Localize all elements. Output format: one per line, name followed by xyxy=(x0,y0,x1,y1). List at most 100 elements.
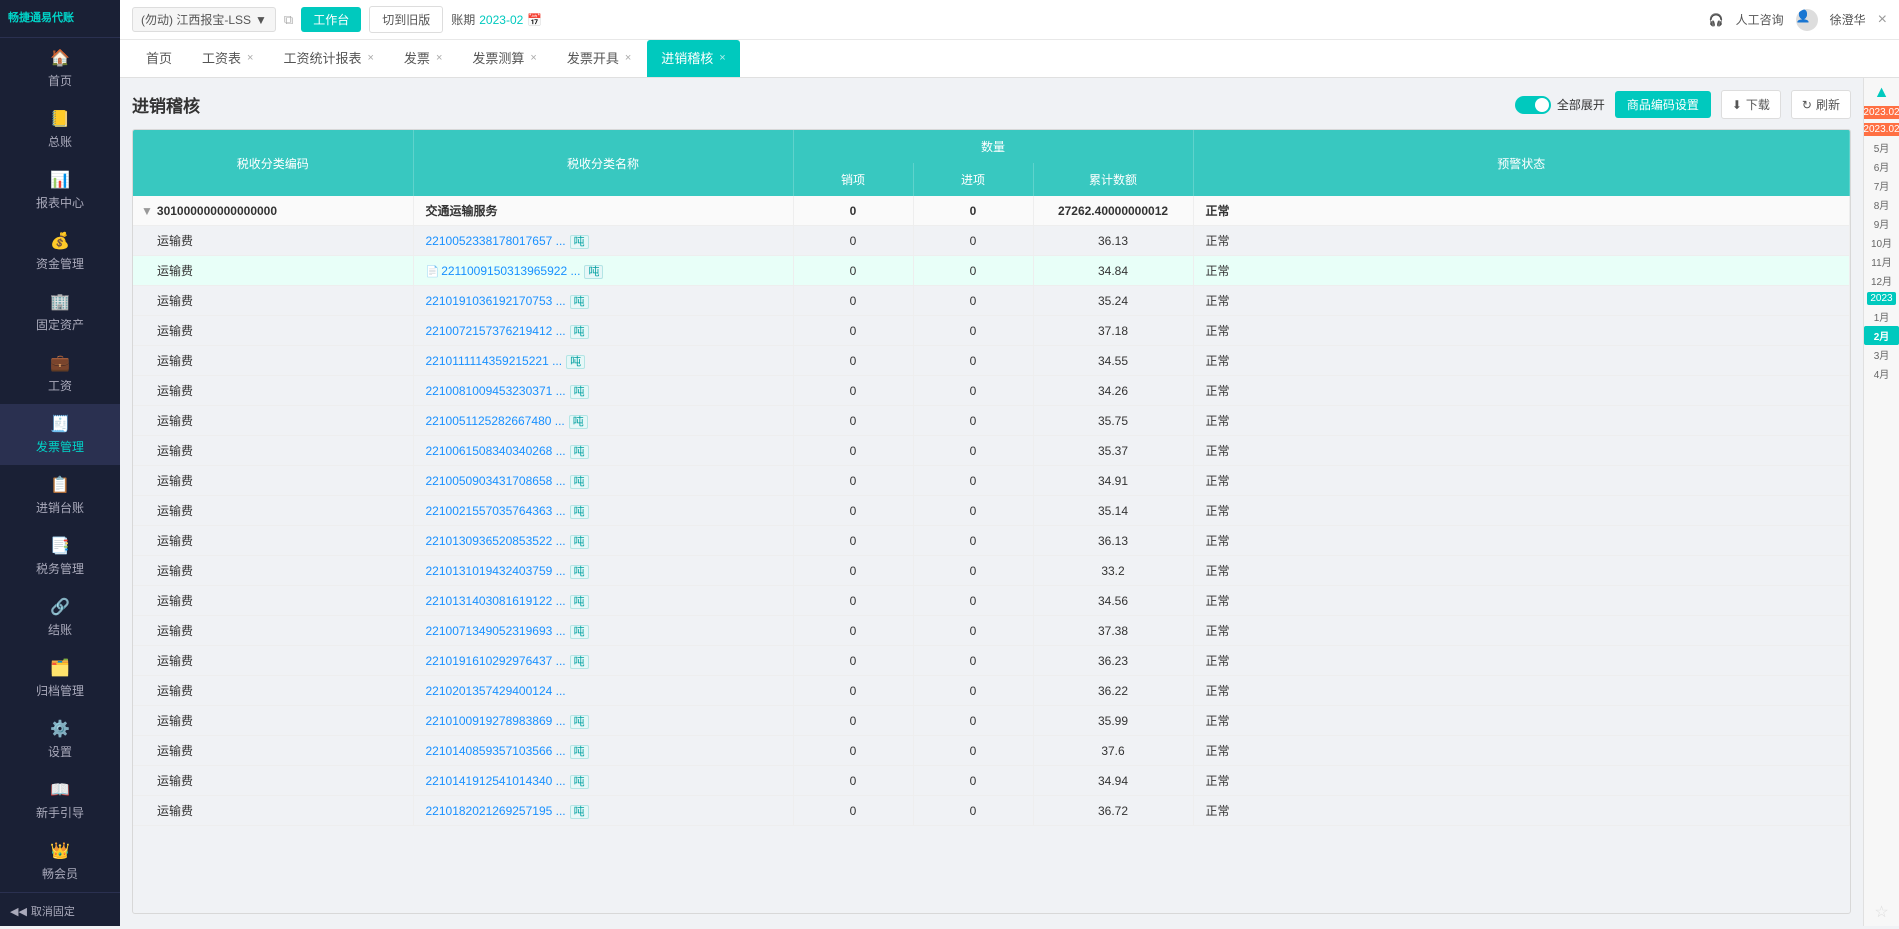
logo-text: 畅捷通易代账 xyxy=(8,12,74,25)
timeline-month-sep[interactable]: 9月 xyxy=(1864,214,1899,233)
calendar-icon[interactable]: 📅 xyxy=(527,13,542,27)
table-row-invoice: 2210191036192170753 ...吨 xyxy=(413,286,793,316)
tab-invoice-issue-close[interactable]: × xyxy=(625,52,631,64)
download-button[interactable]: ⬇ 下载 xyxy=(1721,90,1781,119)
tab-salary[interactable]: 工资表 × xyxy=(188,40,267,77)
tab-invoice-calc[interactable]: 发票测算 × xyxy=(458,40,550,77)
sidebar-item-tax[interactable]: 📑 税务管理 xyxy=(0,526,120,587)
timeline-month-jan[interactable]: 1月 xyxy=(1864,307,1899,326)
sidebar-item-sales[interactable]: 📋 进销台账 xyxy=(0,465,120,526)
sidebar-item-finance[interactable]: 💰 资金管理 xyxy=(0,221,120,282)
tab-home[interactable]: 首页 xyxy=(132,40,186,77)
download-label: 下载 xyxy=(1746,96,1770,113)
timeline-month-jun[interactable]: 6月 xyxy=(1864,157,1899,176)
expand-toggle-label: 全部展开 xyxy=(1557,96,1605,113)
sidebar-label-finance: 资金管理 xyxy=(36,255,84,272)
settings-button[interactable]: 商品编码设置 xyxy=(1615,91,1711,118)
timeline-favorite-icon[interactable]: ☆ xyxy=(1874,902,1888,922)
tab-reconcile[interactable]: 进销稽核 × xyxy=(647,40,739,77)
timeline-up-arrow[interactable]: ▲ xyxy=(1874,84,1890,102)
table-row-invoice: 2210071349052319693 ...吨 xyxy=(413,616,793,646)
sidebar-item-assets[interactable]: 🏢 固定资产 xyxy=(0,282,120,343)
nav-tabs: 首页 工资表 × 工资统计报表 × 发票 × 发票测算 × 发票开具 × 进销稽… xyxy=(120,40,1899,78)
sidebar-item-home[interactable]: 🏠 首页 xyxy=(0,38,120,99)
sidebar-label-assets: 固定资产 xyxy=(36,316,84,333)
table-row-cumulative: 37.38 xyxy=(1033,616,1193,646)
timeline-month-nov[interactable]: 11月 xyxy=(1864,252,1899,271)
timeline-month-oct[interactable]: 10月 xyxy=(1864,233,1899,252)
window-close-button[interactable]: × xyxy=(1878,11,1887,29)
table-row-item-name: 运输费 xyxy=(133,586,413,616)
tab-invoice-close[interactable]: × xyxy=(436,52,442,64)
tab-salary-label: 工资表 xyxy=(202,48,241,67)
table-row-item-name: 运输费 xyxy=(133,346,413,376)
sidebar-item-settings[interactable]: ⚙️ 设置 xyxy=(0,709,120,770)
refresh-button[interactable]: ↻ 刷新 xyxy=(1791,90,1851,119)
timeline-month-aug[interactable]: 8月 xyxy=(1864,195,1899,214)
switch-version-button[interactable]: 切到旧版 xyxy=(369,6,443,33)
timeline-month-dec[interactable]: 12月 xyxy=(1864,271,1899,290)
tab-salary-stats-label: 工资统计报表 xyxy=(283,48,361,67)
col-header-tax-code: 税收分类编码 xyxy=(133,130,413,196)
content-area: 进销稽核 全部展开 商品编码设置 ⬇ 下载 ↻ 刷新 xyxy=(120,78,1899,926)
sidebar-item-invoice[interactable]: 🧾 发票管理 xyxy=(0,404,120,465)
timeline-month-may[interactable]: 5月 xyxy=(1864,138,1899,157)
sidebar-label-archive: 归档管理 xyxy=(36,682,84,699)
support-label[interactable]: 人工咨询 xyxy=(1736,11,1784,28)
tab-invoice-issue-label: 发票开具 xyxy=(567,48,619,67)
timeline-month-apr[interactable]: 4月 xyxy=(1864,364,1899,383)
table-row-invoice: 2210052338178017657 ...吨 xyxy=(413,226,793,256)
sidebar-item-salary[interactable]: 💼 工资 xyxy=(0,343,120,404)
sidebar-item-close[interactable]: 🔗 结账 xyxy=(0,587,120,648)
table-row-status: 正常 xyxy=(1193,376,1850,406)
invoice-icon: 🧾 xyxy=(50,414,70,434)
table-row-cumulative: 36.72 xyxy=(1033,796,1193,826)
tab-invoice-issue[interactable]: 发票开具 × xyxy=(553,40,645,77)
tab-invoice-label: 发票 xyxy=(404,48,430,67)
tab-reconcile-close[interactable]: × xyxy=(719,52,725,64)
table-row-status: 正常 xyxy=(1193,466,1850,496)
table-row-purchase: 0 xyxy=(913,796,1033,826)
table-row-status: 正常 xyxy=(1193,646,1850,676)
table-row-invoice: 2210201357429400124 ... xyxy=(413,676,793,706)
table-row-invoice: 2210111114359215221 ...吨 xyxy=(413,346,793,376)
table-row-cumulative: 34.91 xyxy=(1033,466,1193,496)
table-row-sale: 0 xyxy=(793,196,913,226)
timeline-month-jul[interactable]: 7月 xyxy=(1864,176,1899,195)
table-row-invoice: 2210140859357103566 ...吨 xyxy=(413,736,793,766)
workspace-button[interactable]: 工作台 xyxy=(301,7,361,32)
unpin-button[interactable]: ◀◀ 取消固定 xyxy=(0,892,120,929)
sidebar-item-archive[interactable]: 🗂️ 归档管理 xyxy=(0,648,120,709)
table-row-sale: 0 xyxy=(793,526,913,556)
tab-salary-stats-close[interactable]: × xyxy=(367,52,373,64)
sidebar-item-reports[interactable]: 📊 报表中心 xyxy=(0,160,120,221)
sales-icon: 📋 xyxy=(50,475,70,495)
sidebar-item-vip[interactable]: 👑 畅会员 xyxy=(0,831,120,892)
tab-salary-stats[interactable]: 工资统计报表 × xyxy=(269,40,387,77)
sidebar-label-tax: 税务管理 xyxy=(36,560,84,577)
table-row-purchase: 0 xyxy=(913,196,1033,226)
timeline-month-mar[interactable]: 3月 xyxy=(1864,345,1899,364)
col-header-quantity: 数量 xyxy=(793,130,1193,163)
table-row-cumulative: 33.2 xyxy=(1033,556,1193,586)
table-row-cumulative: 36.23 xyxy=(1033,646,1193,676)
table-row-status: 正常 xyxy=(1193,346,1850,376)
table-row-cumulative: 35.24 xyxy=(1033,286,1193,316)
timeline-month-feb[interactable]: 2月 xyxy=(1864,326,1899,345)
tab-salary-close[interactable]: × xyxy=(247,52,253,64)
period-value: 2023-02 xyxy=(479,13,523,27)
copy-icon[interactable]: ⧉ xyxy=(284,12,293,28)
company-selector[interactable]: (勿动) 江西报宝-LSS ▼ xyxy=(132,7,276,32)
expand-toggle[interactable] xyxy=(1515,96,1551,114)
sidebar-item-ledger[interactable]: 📒 总账 xyxy=(0,99,120,160)
table-row-purchase: 0 xyxy=(913,376,1033,406)
table-row-status: 正常 xyxy=(1193,676,1850,706)
sidebar-item-guide[interactable]: 📖 新手引导 xyxy=(0,770,120,831)
sidebar-label-reports: 报表中心 xyxy=(36,194,84,211)
table-row-purchase: 0 xyxy=(913,466,1033,496)
user-name[interactable]: 徐澄华 xyxy=(1830,11,1866,28)
content-main: 进销稽核 全部展开 商品编码设置 ⬇ 下载 ↻ 刷新 xyxy=(120,78,1863,926)
tab-invoice[interactable]: 发票 × xyxy=(390,40,456,77)
tab-invoice-calc-close[interactable]: × xyxy=(530,52,536,64)
table-row-cumulative: 34.84 xyxy=(1033,256,1193,286)
